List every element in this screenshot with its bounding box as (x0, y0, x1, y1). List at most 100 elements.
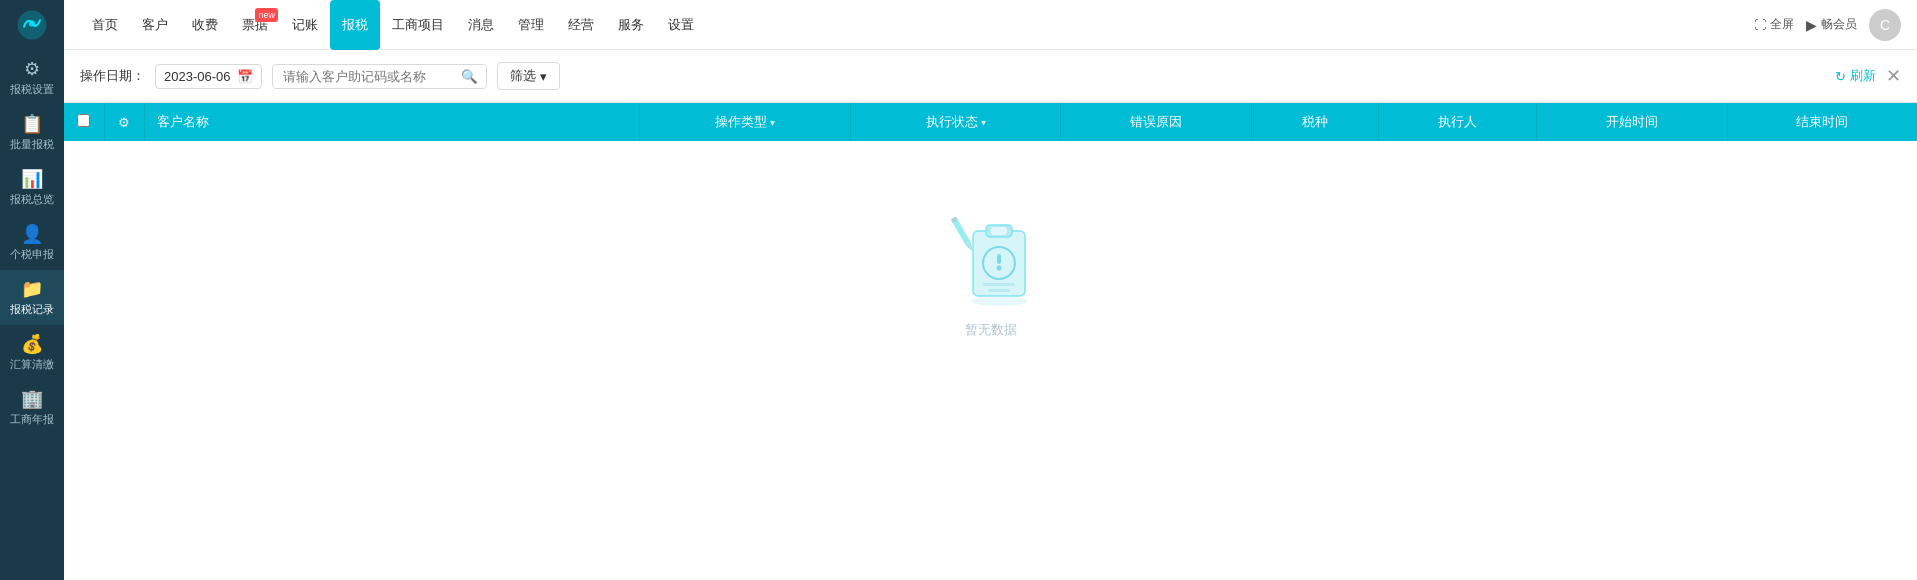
topnav-item-services[interactable]: 服务 (606, 0, 656, 50)
topnav-item-settings[interactable]: 设置 (656, 0, 706, 50)
content-area: 操作日期： 2023-06-06 📅 🔍 筛选 ▾ ↻ 刷新 (64, 50, 1917, 580)
member-btn[interactable]: ▶ 畅会员 (1806, 16, 1857, 33)
topnav-label-home: 首页 (92, 16, 118, 34)
remittance-icon: 💰 (21, 333, 43, 355)
close-button[interactable]: ✕ (1886, 65, 1901, 87)
filter-label: 筛选 (510, 67, 536, 85)
sidebar-item-remittance[interactable]: 💰 汇算清缴 (0, 325, 64, 380)
calendar-icon: 📅 (237, 69, 253, 84)
tax-records-icon: 📁 (21, 278, 43, 300)
topnav-label-management: 管理 (518, 16, 544, 34)
video-icon: ▶ (1806, 17, 1817, 33)
sidebar-item-personal-tax[interactable]: 👤 个税申报 (0, 215, 64, 270)
avatar-initials: C (1880, 17, 1890, 33)
data-table: ⚙ 客户名称操作类型▾执行状态▾错误原因税种执行人开始时间结束时间 (64, 103, 1917, 141)
svg-point-10 (996, 266, 1001, 271)
badge-new-invoice: new (255, 8, 278, 22)
search-icon: 🔍 (461, 69, 478, 84)
sidebar: ⚙ 报税设置 📋 批量报税 📊 报税总览 👤 个税申报 📁 报税记录 💰 汇算清… (0, 0, 64, 580)
avatar[interactable]: C (1869, 9, 1901, 41)
topnav-item-invoice[interactable]: 票据new (230, 0, 280, 50)
sidebar-label-remittance: 汇算清缴 (10, 357, 54, 372)
chevron-down-icon: ▾ (540, 69, 547, 84)
close-icon: ✕ (1886, 66, 1901, 86)
refresh-button[interactable]: ↻ 刷新 (1835, 67, 1876, 85)
topnav-label-services: 服务 (618, 16, 644, 34)
sidebar-item-tax-records[interactable]: 📁 报税记录 (0, 270, 64, 325)
topnav-label-tax: 报税 (342, 16, 368, 34)
sidebar-item-tax-overview[interactable]: 📊 报税总览 (0, 160, 64, 215)
empty-text: 暂无数据 (965, 321, 1017, 339)
toolbar: 操作日期： 2023-06-06 📅 🔍 筛选 ▾ ↻ 刷新 (64, 50, 1917, 103)
sort-icon-exec_status: ▾ (981, 117, 986, 128)
date-picker[interactable]: 2023-06-06 📅 (155, 64, 262, 89)
sidebar-label-personal-tax: 个税申报 (10, 247, 54, 262)
topnav-item-management[interactable]: 管理 (506, 0, 556, 50)
col-header-start_time: 开始时间 (1537, 103, 1728, 141)
sidebar-label-tax-settings: 报税设置 (10, 82, 54, 97)
search-box: 🔍 (272, 64, 487, 89)
annual-report-icon: 🏢 (21, 388, 43, 410)
sidebar-item-tax-settings[interactable]: ⚙ 报税设置 (0, 50, 64, 105)
svg-point-13 (971, 296, 1027, 306)
personal-tax-icon: 👤 (21, 223, 43, 245)
col-header-client_name: 客户名称 (144, 103, 640, 141)
topnav-item-tax[interactable]: 报税 (330, 0, 380, 50)
date-value: 2023-06-06 (164, 69, 231, 84)
col-header-end_time: 结束时间 (1727, 103, 1917, 141)
table-container: ⚙ 客户名称操作类型▾执行状态▾错误原因税种执行人开始时间结束时间 (64, 103, 1917, 580)
topnav-item-messages[interactable]: 消息 (456, 0, 506, 50)
date-label: 操作日期： (80, 67, 145, 85)
col-header-error_reason: 错误原因 (1061, 103, 1252, 141)
search-input[interactable] (273, 65, 453, 88)
topnav-item-operations[interactable]: 经营 (556, 0, 606, 50)
topnav-item-home[interactable]: 首页 (80, 0, 130, 50)
svg-rect-11 (983, 283, 1015, 286)
sort-icon-operation_type: ▾ (770, 117, 775, 128)
col-header-operation_type[interactable]: 操作类型▾ (640, 103, 851, 141)
col-header-exec_status[interactable]: 执行状态▾ (850, 103, 1061, 141)
refresh-label: 刷新 (1850, 67, 1876, 85)
col-header-settings: ⚙ (104, 103, 144, 141)
svg-rect-9 (997, 254, 1001, 264)
col-header-checkbox (64, 103, 104, 141)
svg-rect-7 (991, 227, 1007, 235)
topnav-label-operations: 经营 (568, 16, 594, 34)
topnav-item-business[interactable]: 工商项目 (380, 0, 456, 50)
select-all-checkbox[interactable] (77, 114, 90, 127)
topnav-label-messages: 消息 (468, 16, 494, 34)
svg-rect-12 (988, 289, 1010, 292)
fullscreen-icon: ⛶ (1754, 18, 1766, 32)
fullscreen-label: 全屏 (1770, 16, 1794, 33)
main-area: 首页 客户 收费票据new 记账 报税 工商项目 消息 管理 经营 服务 设置 ⛶ 全屏 ▶ 畅会员… (64, 0, 1917, 580)
topnav-item-clients[interactable]: 客户 (130, 0, 180, 50)
refresh-icon: ↻ (1835, 69, 1846, 84)
sidebar-logo (0, 0, 64, 50)
empty-illustration (941, 201, 1041, 311)
member-label: 畅会员 (1821, 16, 1857, 33)
sidebar-label-tax-overview: 报税总览 (10, 192, 54, 207)
col-header-executor: 执行人 (1378, 103, 1537, 141)
svg-rect-2 (951, 218, 970, 245)
tax-overview-icon: 📊 (21, 168, 43, 190)
topnav-label-billing: 收费 (192, 16, 218, 34)
sidebar-label-annual-report: 工商年报 (10, 412, 54, 427)
col-header-tax_type: 税种 (1252, 103, 1378, 141)
sidebar-item-annual-report[interactable]: 🏢 工商年报 (0, 380, 64, 435)
fullscreen-btn[interactable]: ⛶ 全屏 (1754, 16, 1794, 33)
sidebar-label-batch-tax: 批量报税 (10, 137, 54, 152)
topnav-item-billing[interactable]: 收费 (180, 0, 230, 50)
topnav-label-settings: 设置 (668, 16, 694, 34)
svg-point-1 (29, 20, 35, 26)
sidebar-item-batch-tax[interactable]: 📋 批量报税 (0, 105, 64, 160)
topnav-item-accounting[interactable]: 记账 (280, 0, 330, 50)
topnav-label-business: 工商项目 (392, 16, 444, 34)
topnav-label-accounting: 记账 (292, 16, 318, 34)
search-button[interactable]: 🔍 (453, 65, 486, 88)
filter-button[interactable]: 筛选 ▾ (497, 62, 560, 90)
empty-state: 暂无数据 (64, 141, 1917, 399)
tax-settings-icon: ⚙ (24, 58, 40, 80)
toolbar-right: ↻ 刷新 ✕ (1835, 65, 1901, 87)
table-settings-icon[interactable]: ⚙ (118, 115, 130, 130)
topnav-label-clients: 客户 (142, 16, 168, 34)
